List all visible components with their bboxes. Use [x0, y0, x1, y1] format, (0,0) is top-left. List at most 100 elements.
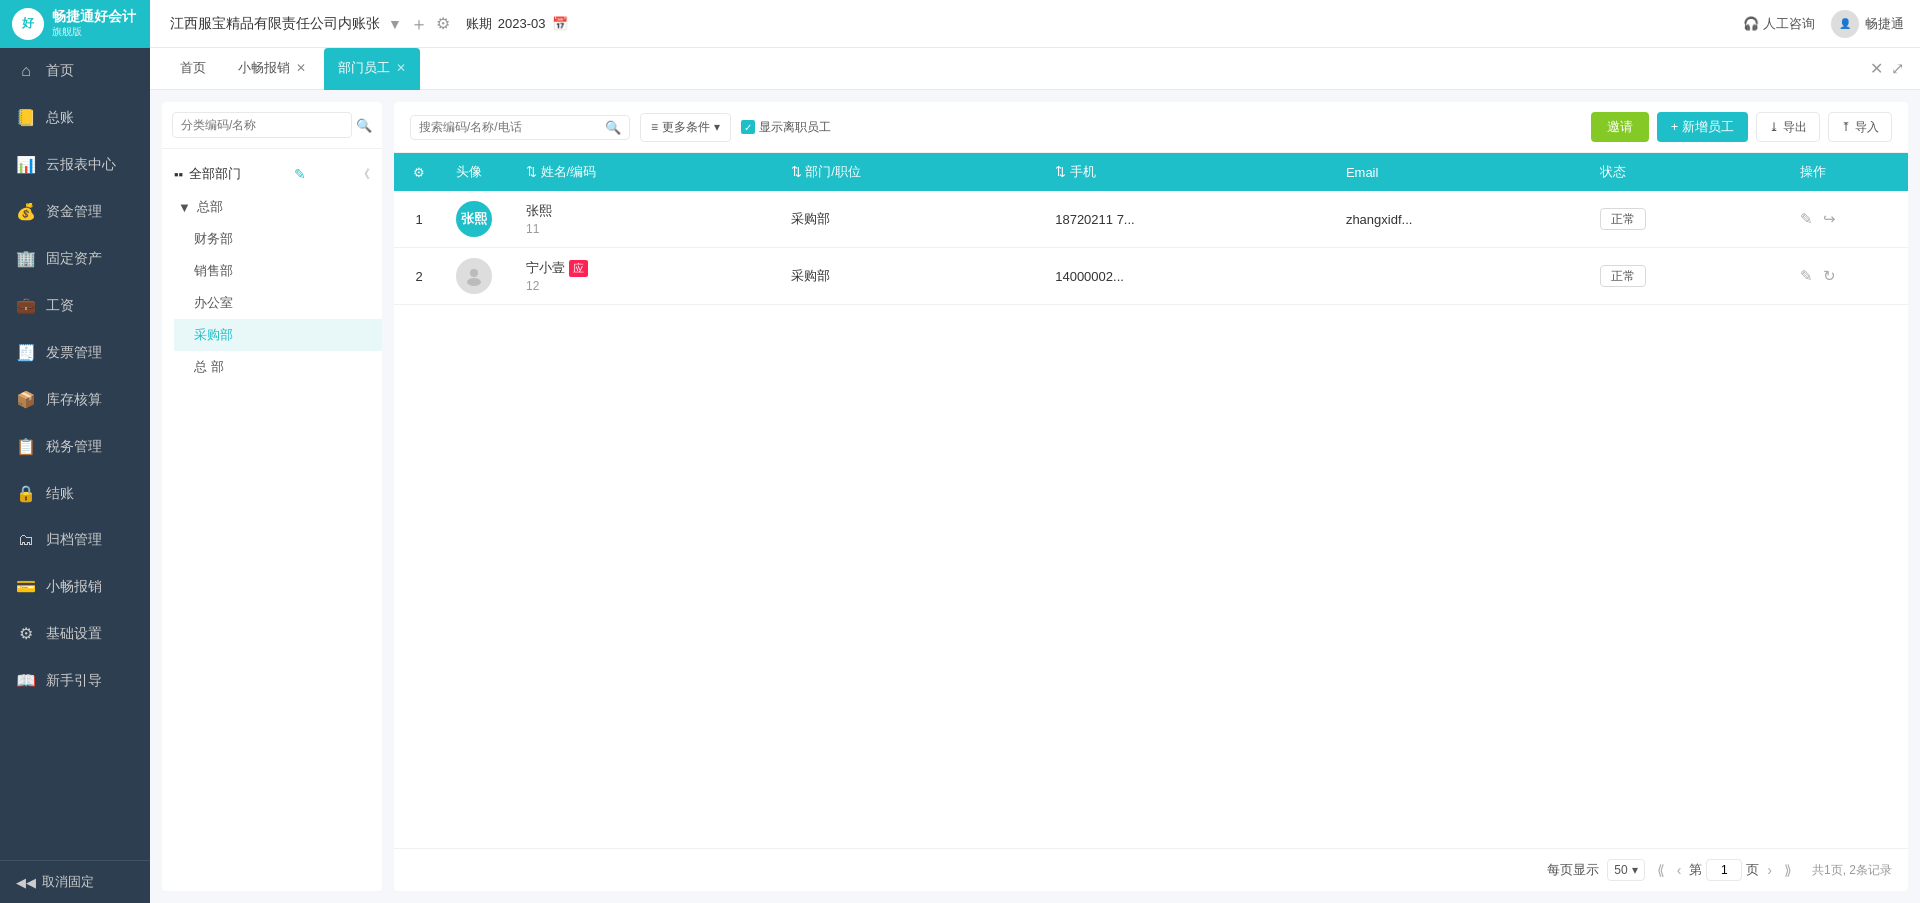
dept-label-hq: 总 部	[194, 358, 224, 376]
refresh-icon[interactable]: ↻	[1823, 267, 1836, 285]
logout-icon[interactable]: ↪	[1823, 210, 1836, 228]
last-page-icon[interactable]: ⟫	[1780, 860, 1796, 880]
dept-node-finance[interactable]: 财务部	[174, 223, 382, 255]
add-employee-button[interactable]: + 新增员工	[1657, 112, 1748, 142]
show-resigned-checkbox[interactable]: ✓ 显示离职员工	[741, 119, 831, 136]
expense-icon: 💳	[16, 577, 36, 596]
tab-home[interactable]: 首页	[166, 48, 220, 90]
row1-name-cell: 张熙 11	[514, 191, 779, 248]
invite-button[interactable]: 邀请	[1591, 112, 1649, 142]
reports-icon: 📊	[16, 155, 36, 174]
sidebar-label-close: 结账	[46, 485, 74, 503]
unpin-button[interactable]: ◀◀ 取消固定	[0, 860, 150, 903]
row1-avatar: 张熙	[444, 191, 514, 248]
edit-icon[interactable]: ✎	[1800, 210, 1813, 228]
avatar: 👤	[1831, 10, 1859, 38]
per-page-label: 每页显示	[1547, 861, 1599, 879]
dept-node-hq[interactable]: 总 部	[174, 351, 382, 383]
service-button[interactable]: 🎧 人工咨询	[1743, 15, 1815, 33]
logo-area: 好 畅捷通好会计 旗舰版	[0, 0, 150, 48]
sidebar-item-capital[interactable]: 💰 资金管理	[0, 188, 150, 235]
tax-icon: 📋	[16, 437, 36, 456]
row1-no: 1	[394, 191, 444, 248]
sidebar-item-inventory[interactable]: 📦 库存核算	[0, 376, 150, 423]
dept-label-general: 总部	[197, 198, 223, 216]
row2-name: 宁小壹	[526, 259, 565, 277]
company-dropdown-icon[interactable]: ▼	[388, 16, 402, 32]
tab-expense-close-icon[interactable]: ✕	[296, 61, 306, 75]
tab-expense[interactable]: 小畅报销 ✕	[224, 48, 320, 90]
dept-search-area: 🔍	[162, 102, 382, 149]
dept-node-purchase[interactable]: 采购部	[174, 319, 382, 351]
employee-search-icon[interactable]: 🔍	[605, 120, 621, 135]
dept-node-office[interactable]: 办公室	[174, 287, 382, 319]
sidebar-item-tax[interactable]: 📋 税务管理	[0, 423, 150, 470]
sidebar-label-capital: 资金管理	[46, 203, 102, 221]
per-page-select[interactable]: 50 ▾	[1607, 859, 1644, 881]
sidebar-item-close[interactable]: 🔒 结账	[0, 470, 150, 517]
guide-icon: 📖	[16, 671, 36, 690]
filter-label: 更多条件	[662, 119, 710, 136]
dept-node-general[interactable]: ▼ 总部	[162, 191, 382, 223]
sidebar-item-guide[interactable]: 📖 新手引导	[0, 657, 150, 704]
invoice-icon: 🧾	[16, 343, 36, 362]
dept-edit-icon[interactable]: ✎	[294, 166, 306, 182]
tab-employees-close-icon[interactable]: ✕	[396, 61, 406, 75]
per-page-value: 50	[1614, 863, 1627, 877]
col-name[interactable]: ⇅ 姓名/编码	[514, 153, 779, 191]
headphone-icon: 🎧	[1743, 16, 1759, 31]
dept-collapse-icon[interactable]: 《	[358, 166, 370, 183]
employee-search-input[interactable]	[419, 120, 599, 134]
dept-all-button[interactable]: ▪▪ 全部部门 ✎ 《	[162, 157, 382, 191]
sidebar-item-settings[interactable]: ⚙ 基础设置	[0, 610, 150, 657]
row2-actions: ✎ ↻	[1788, 248, 1908, 305]
avatar	[456, 258, 492, 294]
dept-node-sales[interactable]: 销售部	[174, 255, 382, 287]
sidebar-item-reports[interactable]: 📊 云报表中心	[0, 141, 150, 188]
dept-tree: ▪▪ 全部部门 ✎ 《 ▼ 总部 财务部	[162, 149, 382, 891]
checkbox-check-icon: ✓	[741, 120, 755, 134]
sidebar-item-ledger[interactable]: 📒 总账	[0, 94, 150, 141]
company-name: 江西服宝精品有限责任公司内账张	[170, 15, 380, 33]
dept-search-icon[interactable]: 🔍	[356, 118, 372, 133]
col-phone[interactable]: ⇅ 手机	[1043, 153, 1334, 191]
export-label: 导出	[1783, 119, 1807, 136]
col-dept[interactable]: ⇅ 部门/职位	[779, 153, 1044, 191]
add-company-button[interactable]: ＋	[410, 12, 428, 36]
dept-children: 财务部 销售部 办公室 采购部 总 部	[162, 223, 382, 383]
sidebar-label-home: 首页	[46, 62, 74, 80]
main-layout: ⌂ 首页 📒 总账 📊 云报表中心 💰 资金管理 🏢 固定资产 💼 工资 🧾 发…	[0, 48, 1920, 903]
top-header: 好 畅捷通好会计 旗舰版 江西服宝精品有限责任公司内账张 ▼ ＋ ⚙ 账期 20…	[0, 0, 1920, 48]
company-selector[interactable]: 江西服宝精品有限责任公司内账张 ▼	[170, 15, 402, 33]
sidebar-item-salary[interactable]: 💼 工资	[0, 282, 150, 329]
sidebar-item-archive[interactable]: 🗂 归档管理	[0, 517, 150, 563]
settings-icon[interactable]: ⚙	[436, 14, 450, 33]
export-button[interactable]: ⤓ 导出	[1756, 112, 1820, 142]
dept-all-label: 全部部门	[189, 165, 241, 183]
col-avatar: 头像	[444, 153, 514, 191]
filter-icon: ≡	[651, 120, 658, 134]
sidebar-item-home[interactable]: ⌂ 首页	[0, 48, 150, 94]
row2-code: 12	[526, 279, 767, 293]
user-area[interactable]: 👤 畅捷通	[1831, 10, 1904, 38]
prev-page-icon[interactable]: ‹	[1673, 860, 1686, 880]
dept-search-input[interactable]	[172, 112, 352, 138]
sidebar-item-invoice[interactable]: 🧾 发票管理	[0, 329, 150, 376]
sidebar-item-fixed[interactable]: 🏢 固定资产	[0, 235, 150, 282]
dept-label-finance: 财务部	[194, 230, 233, 248]
service-label: 人工咨询	[1763, 15, 1815, 33]
tab-close-window-icon[interactable]: ✕	[1870, 59, 1883, 78]
import-button[interactable]: ⤒ 导入	[1828, 112, 1892, 142]
next-page-icon[interactable]: ›	[1763, 860, 1776, 880]
calendar-icon[interactable]: 📅	[552, 16, 568, 31]
first-page-icon[interactable]: ⟪	[1653, 860, 1669, 880]
col-settings[interactable]: ⚙	[394, 153, 444, 191]
page-input[interactable]	[1706, 859, 1742, 881]
tab-expand-icon[interactable]: ⤢	[1891, 59, 1904, 78]
edit-icon[interactable]: ✎	[1800, 267, 1813, 285]
sidebar-item-expense[interactable]: 💳 小畅报销	[0, 563, 150, 610]
filter-button[interactable]: ≡ 更多条件 ▾	[640, 113, 731, 142]
tab-employees[interactable]: 部门员工 ✕	[324, 48, 420, 90]
sidebar-label-salary: 工资	[46, 297, 74, 315]
table-row: 1 张熙 张熙 11	[394, 191, 1908, 248]
